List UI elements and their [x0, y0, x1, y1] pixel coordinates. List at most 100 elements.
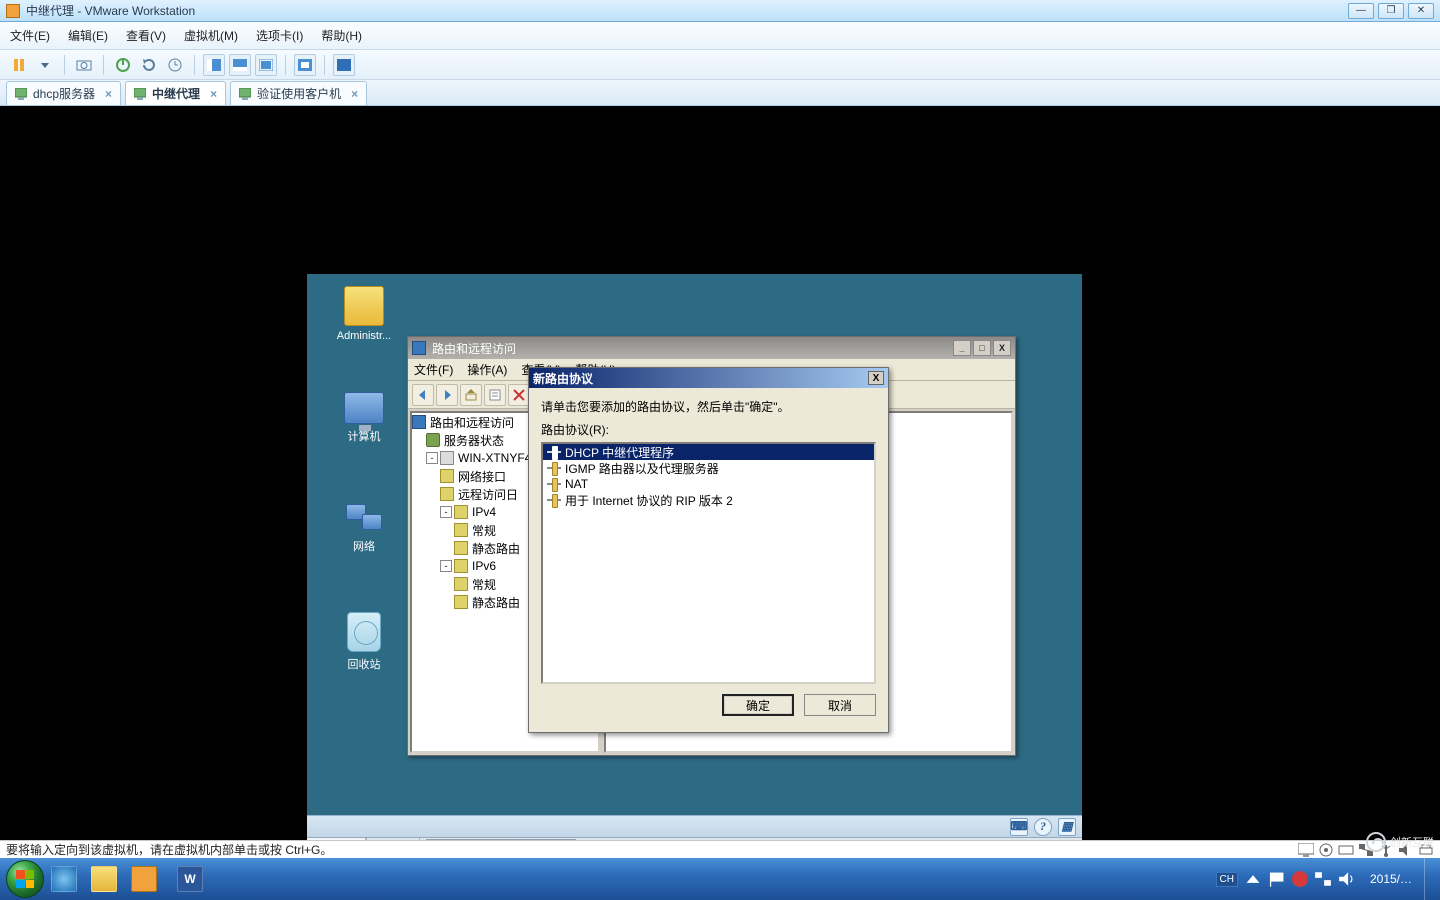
pinned-vmware[interactable]: [124, 864, 164, 894]
ipv4-icon: [454, 505, 468, 519]
tab-relay-agent[interactable]: 中继代理 ×: [125, 81, 226, 105]
watermark: 创新互联: [1366, 832, 1434, 852]
tree-ipv4-static[interactable]: 静态路由: [472, 540, 520, 557]
pinned-explorer[interactable]: [84, 864, 124, 894]
delete-icon[interactable]: [508, 384, 530, 406]
tree-ipv6-general[interactable]: 常规: [472, 576, 496, 593]
protocol-icon: [547, 462, 561, 474]
tree-ipv6-static[interactable]: 静态路由: [472, 594, 520, 611]
desktop-icon-recycle-bin[interactable]: 回收站: [325, 612, 403, 672]
static-route-icon: [454, 595, 468, 609]
tree-ipv4[interactable]: IPv4: [472, 505, 496, 519]
vm-viewport[interactable]: Administr... 计算机 网络 回收站 路由和远程访问 _ □ X: [0, 106, 1440, 825]
tray-flag-icon[interactable]: [1268, 870, 1286, 888]
view-mode-3-icon[interactable]: [255, 54, 277, 76]
view-mode-2-icon[interactable]: [229, 54, 251, 76]
help-icon[interactable]: ?: [1034, 818, 1052, 836]
rras-window: 路由和远程访问 _ □ X 文件(F) 操作(A) 查看(V) 帮助(H): [407, 336, 1016, 756]
desktop-icon-network[interactable]: 网络: [325, 502, 403, 554]
clock-icon[interactable]: [164, 54, 186, 76]
menu-help[interactable]: 帮助(H): [321, 27, 362, 44]
tab-close-icon[interactable]: ×: [351, 87, 358, 101]
dropdown-icon[interactable]: [34, 54, 56, 76]
general-icon: [454, 523, 468, 537]
status-message: 要将输入定向到该虚拟机，请在虚拟机内部单击或按 Ctrl+G。: [6, 841, 332, 858]
list-item[interactable]: IGMP 路由器以及代理服务器: [543, 460, 874, 476]
rras-close-button[interactable]: X: [993, 340, 1011, 356]
dialog-titlebar[interactable]: 新路由协议 X: [529, 368, 888, 388]
taskbar-word[interactable]: W: [170, 864, 210, 894]
status-cd-icon[interactable]: [1318, 843, 1334, 857]
ok-button[interactable]: 确定: [722, 694, 794, 716]
rras-titlebar[interactable]: 路由和远程访问 _ □ X: [408, 337, 1015, 359]
rras-maximize-button[interactable]: □: [973, 340, 991, 356]
tree-collapse-icon[interactable]: -: [426, 452, 438, 464]
host-start-button[interactable]: [6, 860, 44, 898]
nav-back-icon[interactable]: [412, 384, 434, 406]
cancel-button[interactable]: 取消: [804, 694, 876, 716]
tray-network-icon[interactable]: [1314, 870, 1332, 888]
devices-icon[interactable]: ▦: [1058, 818, 1076, 836]
list-item[interactable]: DHCP 中继代理程序: [543, 444, 874, 460]
power-icon[interactable]: [112, 54, 134, 76]
status-monitor-icon[interactable]: [1298, 843, 1314, 857]
view-mode-1-icon[interactable]: [203, 54, 225, 76]
host-clock[interactable]: 2015/…: [1370, 872, 1412, 886]
menu-tabs[interactable]: 选项卡(I): [256, 27, 303, 44]
tree-collapse-icon[interactable]: -: [440, 506, 452, 518]
tree-remote-access-log[interactable]: 远程访问日: [458, 486, 518, 503]
rras-menu-action[interactable]: 操作(A): [467, 361, 507, 378]
tools-icon[interactable]: ⌨: [1010, 818, 1028, 836]
maximize-button[interactable]: ❐: [1378, 3, 1404, 19]
menu-file[interactable]: 文件(E): [10, 27, 50, 44]
tree-ipv6[interactable]: IPv6: [472, 559, 496, 573]
desktop-icon-computer[interactable]: 计算机: [325, 392, 403, 444]
properties-icon[interactable]: [484, 384, 506, 406]
tree-server-status[interactable]: 服务器状态: [444, 432, 504, 449]
pinned-ie[interactable]: [44, 864, 84, 894]
tray-volume-icon[interactable]: [1338, 870, 1356, 888]
close-button[interactable]: ✕: [1408, 3, 1434, 19]
desktop-icon-administrator[interactable]: Administr...: [325, 286, 403, 342]
host-tray: CH 2015/…: [1216, 870, 1420, 888]
list-item[interactable]: 用于 Internet 协议的 RIP 版本 2: [543, 492, 874, 508]
icon-label: Administr...: [325, 330, 403, 342]
rras-minimize-button[interactable]: _: [953, 340, 971, 356]
tray-blocked-icon[interactable]: [1292, 871, 1308, 887]
snapshot-icon[interactable]: [73, 54, 95, 76]
vm-tabs: dhcp服务器 × 中继代理 × 验证使用客户机 ×: [0, 80, 1440, 106]
tab-verify-client[interactable]: 验证使用客户机 ×: [230, 81, 367, 105]
tree-root[interactable]: 路由和远程访问: [430, 414, 514, 431]
fullscreen-icon[interactable]: [333, 54, 355, 76]
ipv6-icon: [454, 559, 468, 573]
tree-network-interface[interactable]: 网络接口: [458, 468, 506, 485]
dialog-close-button[interactable]: X: [868, 371, 884, 385]
menu-vm[interactable]: 虚拟机(M): [184, 27, 238, 44]
menu-view[interactable]: 查看(V): [126, 27, 166, 44]
recycle-bin-icon: [347, 612, 381, 652]
language-indicator[interactable]: CH: [1216, 872, 1238, 887]
dialog-instruction: 请单击您要添加的路由协议，然后单击"确定"。: [529, 388, 888, 421]
unity-icon[interactable]: [294, 54, 316, 76]
rras-menu-file[interactable]: 文件(F): [414, 361, 453, 378]
tree-collapse-icon[interactable]: -: [440, 560, 452, 572]
protocol-list[interactable]: DHCP 中继代理程序 IGMP 路由器以及代理服务器 NAT 用于 Inter…: [541, 442, 876, 684]
menu-edit[interactable]: 编辑(E): [68, 27, 108, 44]
tree-ipv4-general[interactable]: 常规: [472, 522, 496, 539]
tray-chevron-up-icon[interactable]: [1244, 870, 1262, 888]
status-hdd-icon[interactable]: [1338, 843, 1354, 857]
tab-close-icon[interactable]: ×: [105, 87, 112, 101]
up-icon[interactable]: [460, 384, 482, 406]
list-item-label: IGMP 路由器以及代理服务器: [565, 460, 719, 477]
minimize-button[interactable]: —: [1348, 3, 1374, 19]
nav-forward-icon[interactable]: [436, 384, 458, 406]
show-desktop-button[interactable]: [1424, 858, 1434, 900]
host-status-bar: 要将输入定向到该虚拟机，请在虚拟机内部单击或按 Ctrl+G。: [0, 840, 1440, 858]
tab-close-icon[interactable]: ×: [210, 87, 217, 101]
tab-dhcp-server[interactable]: dhcp服务器 ×: [6, 81, 121, 105]
guest-desktop[interactable]: Administr... 计算机 网络 回收站 路由和远程访问 _ □ X: [307, 274, 1082, 859]
suspend-icon[interactable]: [8, 54, 30, 76]
app-toolbar: [0, 50, 1440, 80]
reset-icon[interactable]: [138, 54, 160, 76]
list-item[interactable]: NAT: [543, 476, 874, 492]
